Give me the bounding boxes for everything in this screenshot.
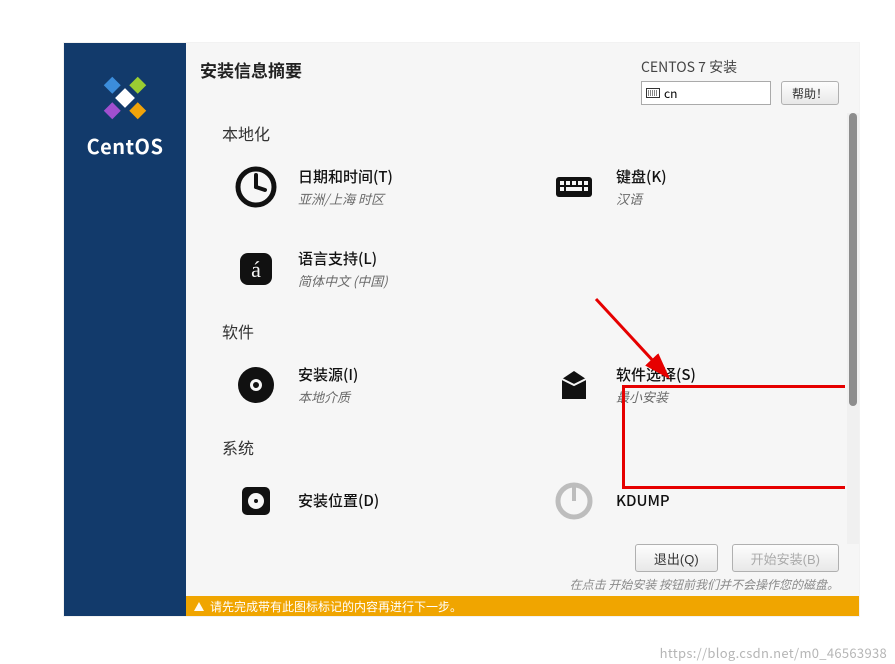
software-sub: 最小安装 xyxy=(616,387,696,406)
spoke-language-support[interactable]: á 语言支持(L) 简体中文 (中国) xyxy=(222,237,512,301)
brand-text: CentOS xyxy=(87,131,164,160)
language-icon: á xyxy=(228,241,284,297)
sidebar: CentOS xyxy=(64,43,186,616)
kdump-title: KDUMP xyxy=(616,490,670,511)
content-area: 本地化 日期和时间(T) 亚洲/上海 时区 xyxy=(186,113,845,544)
langsupp-title: 语言支持(L) xyxy=(298,248,388,269)
spoke-install-destination[interactable]: 安装位置(D) xyxy=(222,469,512,533)
main-panel: 安装信息摘要 CENTOS 7 安装 cn 帮助！ 本地化 xyxy=(186,43,859,616)
hdd-icon xyxy=(228,473,284,529)
dest-title: 安装位置(D) xyxy=(298,490,379,511)
keyboard-title: 键盘(K) xyxy=(616,166,667,187)
warning-bar: 请先完成带有此图标标记的内容再进行下一步。 xyxy=(186,596,859,616)
datetime-sub: 亚洲/上海 时区 xyxy=(298,189,393,208)
section-software: 软件 xyxy=(222,319,845,343)
kdump-icon xyxy=(546,473,602,529)
spoke-software-selection[interactable]: 软件选择(S) 最小安装 xyxy=(540,353,830,417)
distro-label: CENTOS 7 安装 xyxy=(641,57,839,77)
spoke-datetime[interactable]: 日期和时间(T) 亚洲/上海 时区 xyxy=(222,155,512,219)
spoke-keyboard[interactable]: 键盘(K) 汉语 xyxy=(540,155,830,219)
spoke-install-source[interactable]: 安装源(I) 本地介质 xyxy=(222,353,512,417)
langsupp-sub: 简体中文 (中国) xyxy=(298,271,388,290)
datetime-title: 日期和时间(T) xyxy=(298,166,393,187)
begin-install-button[interactable]: 开始安装(B) xyxy=(732,544,839,572)
centos-logo: CentOS xyxy=(87,71,164,160)
layout-code: cn xyxy=(664,85,677,102)
section-system: 系统 xyxy=(222,435,845,459)
section-localization: 本地化 xyxy=(222,121,845,145)
software-title: 软件选择(S) xyxy=(616,364,696,385)
centos-logo-icon xyxy=(98,71,152,125)
footer: 退出(Q) 开始安装(B) 在点击 开始安装 按钮前我们并不会操作您的磁盘。 xyxy=(186,544,859,596)
quit-button[interactable]: 退出(Q) xyxy=(635,544,718,572)
header: 安装信息摘要 CENTOS 7 安装 cn 帮助！ xyxy=(186,43,859,113)
package-icon xyxy=(546,357,602,413)
watermark: https://blog.csdn.net/m0_46563938 xyxy=(660,643,887,662)
source-sub: 本地介质 xyxy=(298,387,358,406)
clock-icon xyxy=(228,159,284,215)
help-button[interactable]: 帮助！ xyxy=(781,81,839,105)
keyboard-sub: 汉语 xyxy=(616,189,667,208)
footer-note: 在点击 开始安装 按钮前我们并不会操作您的磁盘。 xyxy=(570,576,839,593)
disc-icon xyxy=(228,357,284,413)
svg-text:á: á xyxy=(251,257,261,282)
keyboard-mini-icon xyxy=(646,88,660,98)
source-title: 安装源(I) xyxy=(298,364,358,385)
keyboard-icon xyxy=(546,159,602,215)
spoke-kdump[interactable]: KDUMP xyxy=(540,469,830,533)
warning-text: 请先完成带有此图标标记的内容再进行下一步。 xyxy=(210,598,462,615)
warning-icon xyxy=(194,602,204,611)
scrollbar-thumb[interactable] xyxy=(849,113,857,406)
keyboard-layout-indicator[interactable]: cn xyxy=(641,81,771,105)
scrollbar[interactable] xyxy=(847,113,859,544)
